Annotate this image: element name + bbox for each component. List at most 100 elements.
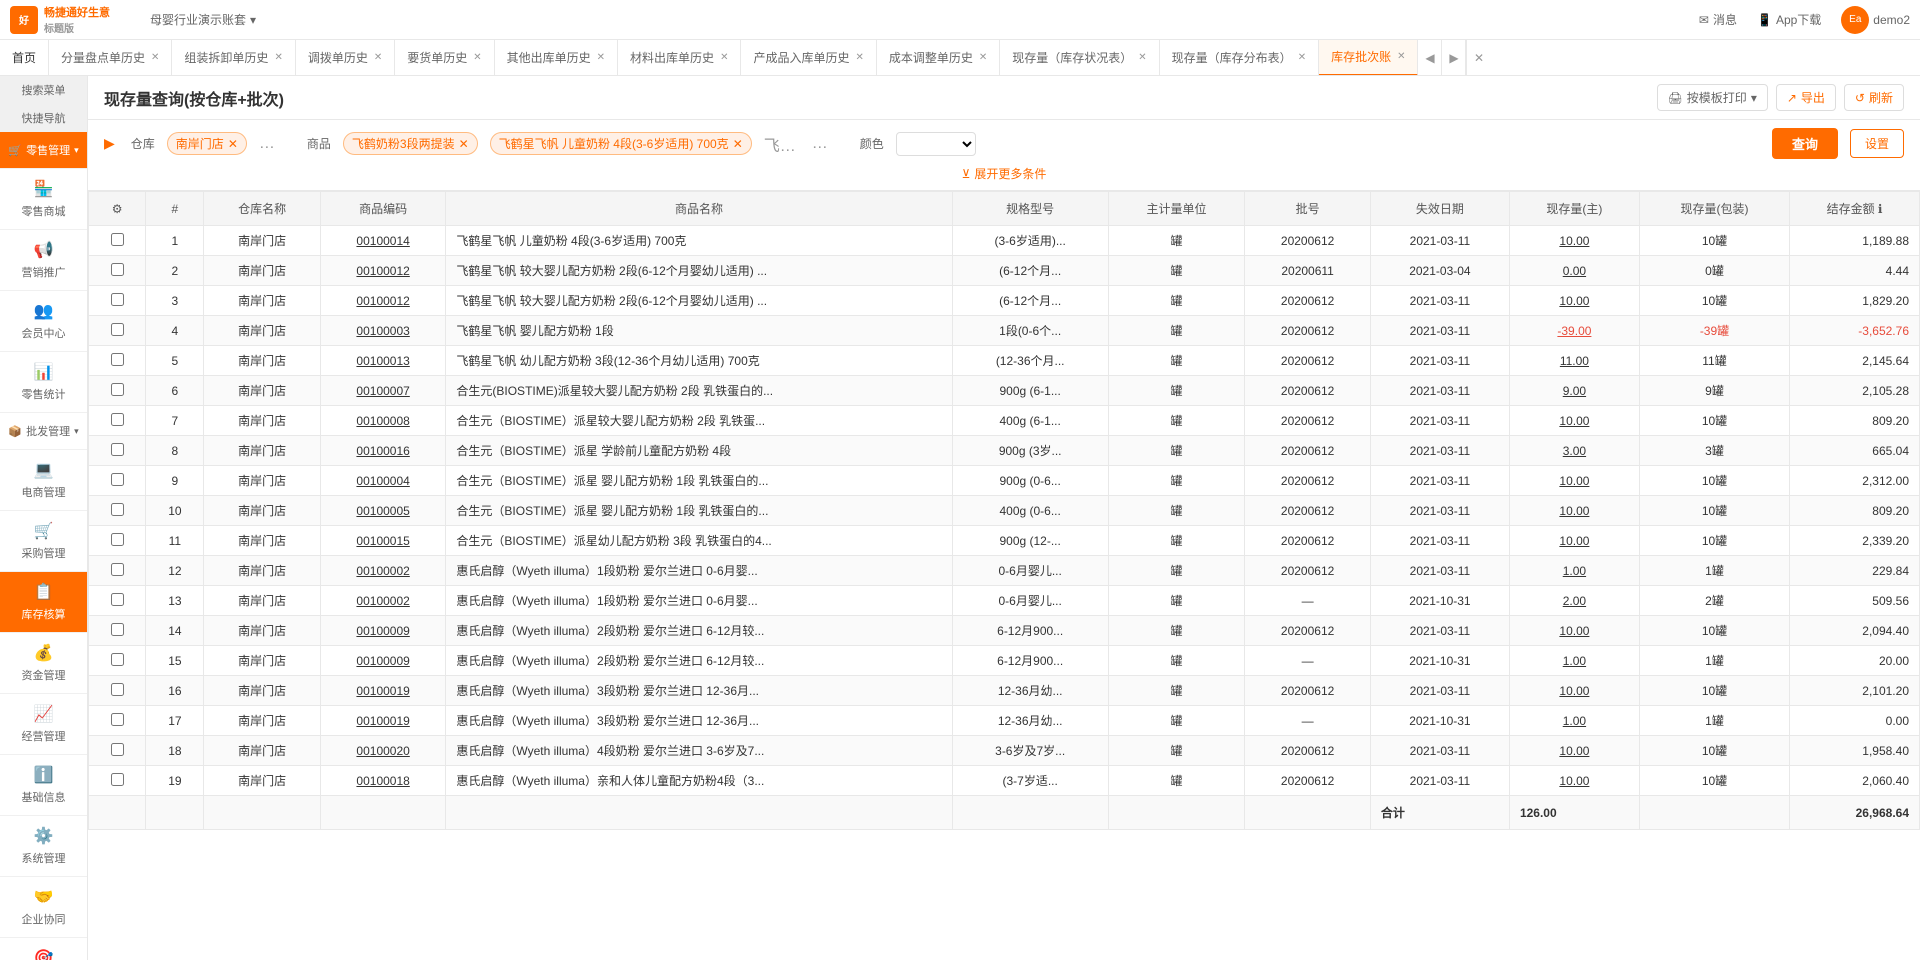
row-checkbox[interactable] [89, 316, 146, 346]
row-code[interactable]: 00100012 [320, 286, 446, 316]
row-checkbox[interactable] [89, 226, 146, 256]
search-menu[interactable]: 搜索菜单 [0, 76, 87, 104]
setting-button[interactable]: 设置 [1850, 129, 1904, 158]
sidebar-item-企业协同[interactable]: 🤝 企业协同 [0, 877, 87, 938]
sidebar-item-基础信息[interactable]: ℹ️ 基础信息 [0, 755, 87, 816]
sidebar-item-库存核算[interactable]: 📋 库存核算 [0, 572, 87, 633]
product-tag-2[interactable]: 飞鹤星飞帆 儿童奶粉 4段(3-6岁适用) 700克 ✕ [490, 132, 752, 155]
nav-right-arrow[interactable]: ▶ [1442, 40, 1466, 76]
row-qty[interactable]: 10.00 [1509, 226, 1639, 256]
row-checkbox[interactable] [89, 586, 146, 616]
message-button[interactable]: ✉ 消息 [1699, 11, 1737, 28]
product-tag-1[interactable]: 飞鹤奶粉3段两提装 ✕ [343, 132, 478, 155]
tab-产成品入库[interactable]: 产成品入库单历史 ✕ [741, 40, 876, 76]
product-ellipsis[interactable]: … [812, 135, 828, 153]
row-qty[interactable]: 10.00 [1509, 616, 1639, 646]
row-checkbox[interactable] [89, 526, 146, 556]
col-settings[interactable]: ⚙ [89, 192, 146, 226]
refresh-button[interactable]: ↺ 刷新 [1844, 84, 1904, 111]
tab-成本调整[interactable]: 成本调整单历史 ✕ [877, 40, 1000, 76]
sidebar-item-批发管理[interactable]: 📦 批发管理 ▾ [0, 413, 87, 450]
sidebar-item-零售统计[interactable]: 📊 零售统计 [0, 352, 87, 413]
row-checkbox[interactable] [89, 616, 146, 646]
row-qty[interactable]: -39.00 [1509, 316, 1639, 346]
row-qty[interactable]: 9.00 [1509, 376, 1639, 406]
sidebar-item-零售管理[interactable]: 🛒 零售管理 ▾ [0, 132, 87, 169]
row-code[interactable]: 00100002 [320, 586, 446, 616]
product-tag-2-remove[interactable]: ✕ [733, 137, 743, 151]
sidebar-item-零售商城[interactable]: 🏪 零售商城 [0, 169, 87, 230]
row-qty[interactable]: 10.00 [1509, 466, 1639, 496]
row-qty[interactable]: 0.00 [1509, 256, 1639, 286]
row-code[interactable]: 00100004 [320, 466, 446, 496]
row-checkbox[interactable] [89, 556, 146, 586]
row-checkbox[interactable] [89, 766, 146, 796]
filter-expand-arrow[interactable]: ▶ [104, 135, 115, 152]
row-checkbox[interactable] [89, 436, 146, 466]
row-qty[interactable]: 10.00 [1509, 736, 1639, 766]
tab-组装拆卸[interactable]: 组装拆卸单历史 ✕ [172, 40, 295, 76]
sidebar-item-资金管理[interactable]: 💰 资金管理 [0, 633, 87, 694]
row-code[interactable]: 00100003 [320, 316, 446, 346]
nav-close-all-button[interactable]: ✕ [1466, 40, 1490, 76]
sidebar-item-系统管理[interactable]: ⚙️ 系统管理 [0, 816, 87, 877]
row-qty[interactable]: 1.00 [1509, 556, 1639, 586]
row-code[interactable]: 00100002 [320, 556, 446, 586]
tab-其他出库[interactable]: 其他出库单历史 ✕ [495, 40, 618, 76]
tab-home[interactable]: 首页 [0, 40, 49, 76]
row-checkbox[interactable] [89, 346, 146, 376]
warehouse-tag-remove[interactable]: ✕ [228, 137, 238, 151]
row-code[interactable]: 00100005 [320, 496, 446, 526]
row-qty[interactable]: 11.00 [1509, 346, 1639, 376]
sidebar-item-电商管理[interactable]: 💻 电商管理 [0, 450, 87, 511]
tab-库存状况[interactable]: 现存量（库存状况表） ✕ [1000, 40, 1159, 76]
tab-调拨单[interactable]: 调拨单历史 ✕ [296, 40, 395, 76]
tab-库存批次账[interactable]: 库存批次账 ✕ [1319, 40, 1418, 76]
row-qty[interactable]: 10.00 [1509, 406, 1639, 436]
row-code[interactable]: 00100009 [320, 646, 446, 676]
row-checkbox[interactable] [89, 736, 146, 766]
template-print-button[interactable]: 🖨 按模板打印 ▾ [1657, 84, 1768, 111]
tab-材料出库[interactable]: 材料出库单历史 ✕ [618, 40, 741, 76]
row-qty[interactable]: 10.00 [1509, 526, 1639, 556]
row-code[interactable]: 00100007 [320, 376, 446, 406]
row-qty[interactable]: 1.00 [1509, 646, 1639, 676]
sidebar-item-经营管理[interactable]: 📈 经营管理 [0, 694, 87, 755]
row-checkbox[interactable] [89, 706, 146, 736]
product-more[interactable]: 飞… [764, 132, 796, 156]
row-code[interactable]: 00100008 [320, 406, 446, 436]
row-code[interactable]: 00100012 [320, 256, 446, 286]
row-code[interactable]: 00100019 [320, 676, 446, 706]
row-code[interactable]: 00100016 [320, 436, 446, 466]
account-selector[interactable]: 母婴行业演示账套 ▾ [150, 11, 256, 28]
export-button[interactable]: ↗ 导出 [1776, 84, 1836, 111]
expand-more-conditions[interactable]: ⊻ 展开更多条件 [962, 165, 1047, 182]
warehouse-more[interactable]: … [259, 135, 275, 153]
warehouse-tag[interactable]: 南岸门店 ✕ [167, 132, 247, 155]
row-qty[interactable]: 3.00 [1509, 436, 1639, 466]
row-checkbox[interactable] [89, 286, 146, 316]
row-code[interactable]: 00100009 [320, 616, 446, 646]
tab-分量盘点[interactable]: 分量盘点单历史 ✕ [49, 40, 172, 76]
tab-库存分布[interactable]: 现存量（库存分布表） ✕ [1160, 40, 1319, 76]
color-select[interactable] [896, 132, 976, 156]
row-qty[interactable]: 2.00 [1509, 586, 1639, 616]
row-code[interactable]: 00100015 [320, 526, 446, 556]
row-qty[interactable]: 10.00 [1509, 766, 1639, 796]
tab-要货单[interactable]: 要货单历史 ✕ [395, 40, 494, 76]
row-checkbox[interactable] [89, 676, 146, 706]
row-qty[interactable]: 10.00 [1509, 496, 1639, 526]
row-qty[interactable]: 10.00 [1509, 286, 1639, 316]
sidebar-item-会员中心[interactable]: 👥 会员中心 [0, 291, 87, 352]
row-checkbox[interactable] [89, 496, 146, 526]
nav-left-arrow[interactable]: ◀ [1418, 40, 1442, 76]
row-qty[interactable]: 10.00 [1509, 676, 1639, 706]
row-checkbox[interactable] [89, 376, 146, 406]
row-checkbox[interactable] [89, 256, 146, 286]
row-code[interactable]: 00100019 [320, 706, 446, 736]
sidebar-item-新手引导[interactable]: 🎯 新手引导 [0, 938, 87, 960]
sidebar-item-采购管理[interactable]: 🛒 采购管理 [0, 511, 87, 572]
row-checkbox[interactable] [89, 466, 146, 496]
search-button[interactable]: 查询 [1772, 128, 1838, 159]
row-code[interactable]: 00100018 [320, 766, 446, 796]
